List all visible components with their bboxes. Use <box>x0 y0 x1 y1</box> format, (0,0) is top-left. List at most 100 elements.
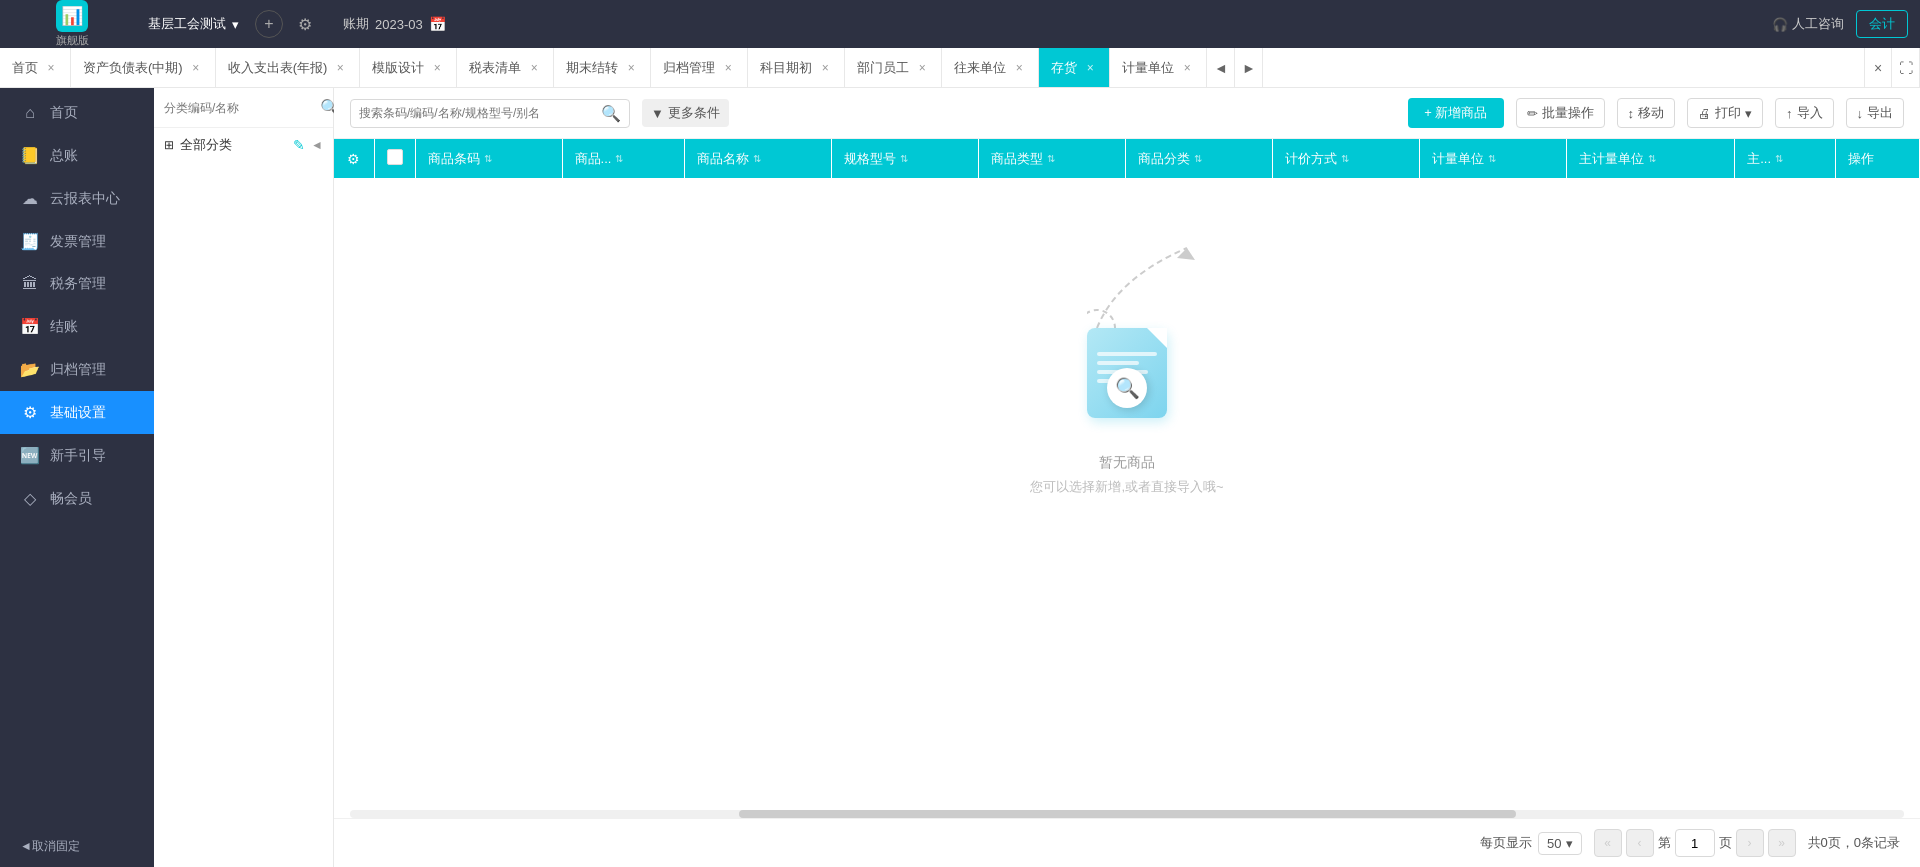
more-filter-button[interactable]: ▼ 更多条件 <box>642 99 729 127</box>
tab-subject-init[interactable]: 科目期初 × <box>748 48 845 87</box>
empty-desc: 您可以选择新增,或者直接导入哦~ <box>1030 478 1223 496</box>
next-page-button[interactable]: › <box>1736 829 1764 857</box>
tab-close-all[interactable]: × <box>1864 48 1892 87</box>
product-search-input[interactable] <box>359 106 595 120</box>
page-number-input[interactable] <box>1675 829 1715 857</box>
sort-extra-icon[interactable]: ⇅ <box>1775 153 1783 164</box>
category-collapse-icon[interactable]: ◄ <box>311 138 323 152</box>
batch-action-button[interactable]: ✏ 批量操作 <box>1516 98 1605 128</box>
th-main-unit[interactable]: 主计量单位⇅ <box>1566 139 1735 178</box>
import-button[interactable]: ↑ 导入 <box>1775 98 1834 128</box>
tab-scroll-left[interactable]: ◄ <box>1207 48 1235 87</box>
table-settings-icon[interactable]: ⚙ <box>347 151 360 167</box>
move-button[interactable]: ↕ 移动 <box>1617 98 1676 128</box>
th-settings[interactable]: ⚙ <box>334 139 374 178</box>
tab-tax-close[interactable]: × <box>527 61 541 75</box>
scrollbar-track[interactable] <box>350 810 1904 818</box>
tab-balance-close[interactable]: × <box>189 61 203 75</box>
sidebar-item-guide-label: 新手引导 <box>50 447 106 465</box>
account-button[interactable]: 会计 <box>1856 10 1908 38</box>
sidebar-item-member[interactable]: ◇ 畅会员 <box>0 477 154 520</box>
scrollbar-thumb[interactable] <box>739 810 1516 818</box>
tab-balance[interactable]: 资产负债表(中期) × <box>71 48 216 87</box>
table-header-checkbox[interactable] <box>387 149 403 165</box>
sidebar-item-archive[interactable]: 📂 归档管理 <box>0 348 154 391</box>
sidebar-item-closing[interactable]: 📅 结账 <box>0 305 154 348</box>
print-label: 打印 <box>1715 104 1741 122</box>
th-type[interactable]: 商品类型⇅ <box>978 139 1125 178</box>
tab-period-end[interactable]: 期末结转 × <box>554 48 651 87</box>
calendar-icon[interactable]: 📅 <box>429 16 446 32</box>
tab-subject-init-close[interactable]: × <box>818 61 832 75</box>
th-pricing[interactable]: 计价方式⇅ <box>1272 139 1419 178</box>
last-page-button[interactable]: » <box>1768 829 1796 857</box>
sort-name-icon[interactable]: ⇅ <box>753 153 761 164</box>
tab-inventory[interactable]: 存货 × <box>1039 48 1110 87</box>
sort-category-icon[interactable]: ⇅ <box>1194 153 1202 164</box>
add-company-button[interactable]: + <box>255 10 283 38</box>
th-checkbox[interactable] <box>374 139 415 178</box>
th-unit[interactable]: 计量单位⇅ <box>1419 139 1566 178</box>
sort-barcode-icon[interactable]: ⇅ <box>484 153 492 164</box>
sort-spec-icon[interactable]: ⇅ <box>900 153 908 164</box>
tab-template[interactable]: 模版设计 × <box>360 48 457 87</box>
tab-archive-mgmt-close[interactable]: × <box>721 61 735 75</box>
tab-template-close[interactable]: × <box>430 61 444 75</box>
tab-home[interactable]: 首页 × <box>0 48 71 87</box>
tab-inventory-close[interactable]: × <box>1083 61 1097 75</box>
sort-pricing-icon[interactable]: ⇅ <box>1341 153 1349 164</box>
settings-gear-button[interactable]: ⚙ <box>291 10 319 38</box>
tab-unit[interactable]: 计量单位 × <box>1110 48 1207 87</box>
company-selector[interactable]: 基层工会测试 ▾ <box>140 11 247 37</box>
sidebar-item-invoice[interactable]: 🧾 发票管理 <box>0 220 154 263</box>
th-name[interactable]: 商品名称⇅ <box>684 139 831 178</box>
th-spec[interactable]: 规格型号⇅ <box>831 139 978 178</box>
period-label: 账期 <box>343 15 369 33</box>
member-icon: ◇ <box>20 489 40 508</box>
category-edit-icon[interactable]: ✎ <box>293 137 305 153</box>
tab-archive-mgmt[interactable]: 归档管理 × <box>651 48 748 87</box>
th-code[interactable]: 商品...⇅ <box>562 139 684 178</box>
sort-type-icon[interactable]: ⇅ <box>1047 153 1055 164</box>
tab-dept-staff-close[interactable]: × <box>915 61 929 75</box>
tab-income-label: 收入支出表(年报) <box>228 59 328 77</box>
sort-code-icon[interactable]: ⇅ <box>615 153 623 164</box>
sidebar-item-home-label: 首页 <box>50 104 78 122</box>
tab-scroll-right[interactable]: ► <box>1235 48 1263 87</box>
prev-page-button[interactable]: ‹ <box>1626 829 1654 857</box>
tab-maximize[interactable]: ⛶ <box>1892 48 1920 87</box>
search-icon[interactable]: 🔍 <box>601 104 621 123</box>
tab-bar: 首页 × 资产负债表(中期) × 收入支出表(年报) × 模版设计 × 税表清单… <box>0 48 1920 88</box>
tab-income[interactable]: 收入支出表(年报) × <box>216 48 361 87</box>
tab-home-close[interactable]: × <box>44 61 58 75</box>
sort-main-unit-icon[interactable]: ⇅ <box>1648 153 1656 164</box>
th-category[interactable]: 商品分类⇅ <box>1125 139 1272 178</box>
sidebar-unpin[interactable]: ◄取消固定 <box>0 826 154 867</box>
tab-unit-close[interactable]: × <box>1180 61 1194 75</box>
sidebar-item-guide[interactable]: 🆕 新手引导 <box>0 434 154 477</box>
category-search-input[interactable] <box>164 101 314 115</box>
move-label: 移动 <box>1638 104 1664 122</box>
first-page-button[interactable]: « <box>1594 829 1622 857</box>
add-product-button[interactable]: + 新增商品 <box>1408 98 1503 128</box>
th-extra[interactable]: 主...⇅ <box>1735 139 1836 178</box>
page-nav: « ‹ 页 第 页 › » <box>1594 829 1796 857</box>
category-all-item[interactable]: ⊞ 全部分类 ✎ ◄ <box>154 128 333 162</box>
tab-income-close[interactable]: × <box>333 61 347 75</box>
customer-service-button[interactable]: 🎧 人工咨询 <box>1772 15 1844 33</box>
page-size-dropdown[interactable]: 50 ▾ <box>1538 832 1581 855</box>
tab-partners-close[interactable]: × <box>1012 61 1026 75</box>
sort-unit-icon[interactable]: ⇅ <box>1488 153 1496 164</box>
tab-dept-staff[interactable]: 部门员工 × <box>845 48 942 87</box>
sidebar-item-ledger[interactable]: 📒 总账 <box>0 134 154 177</box>
tab-tax[interactable]: 税表清单 × <box>457 48 554 87</box>
th-barcode[interactable]: 商品条码⇅ <box>415 139 562 178</box>
tab-period-end-close[interactable]: × <box>624 61 638 75</box>
tab-partners[interactable]: 往来单位 × <box>942 48 1039 87</box>
sidebar-item-settings[interactable]: ⚙ 基础设置 <box>0 391 154 434</box>
sidebar-item-reports[interactable]: ☁ 云报表中心 <box>0 177 154 220</box>
export-button[interactable]: ↓ 导出 <box>1846 98 1905 128</box>
print-button[interactable]: 🖨 打印 ▾ <box>1687 98 1763 128</box>
sidebar-item-home[interactable]: ⌂ 首页 <box>0 92 154 134</box>
sidebar-item-tax[interactable]: 🏛 税务管理 <box>0 263 154 305</box>
